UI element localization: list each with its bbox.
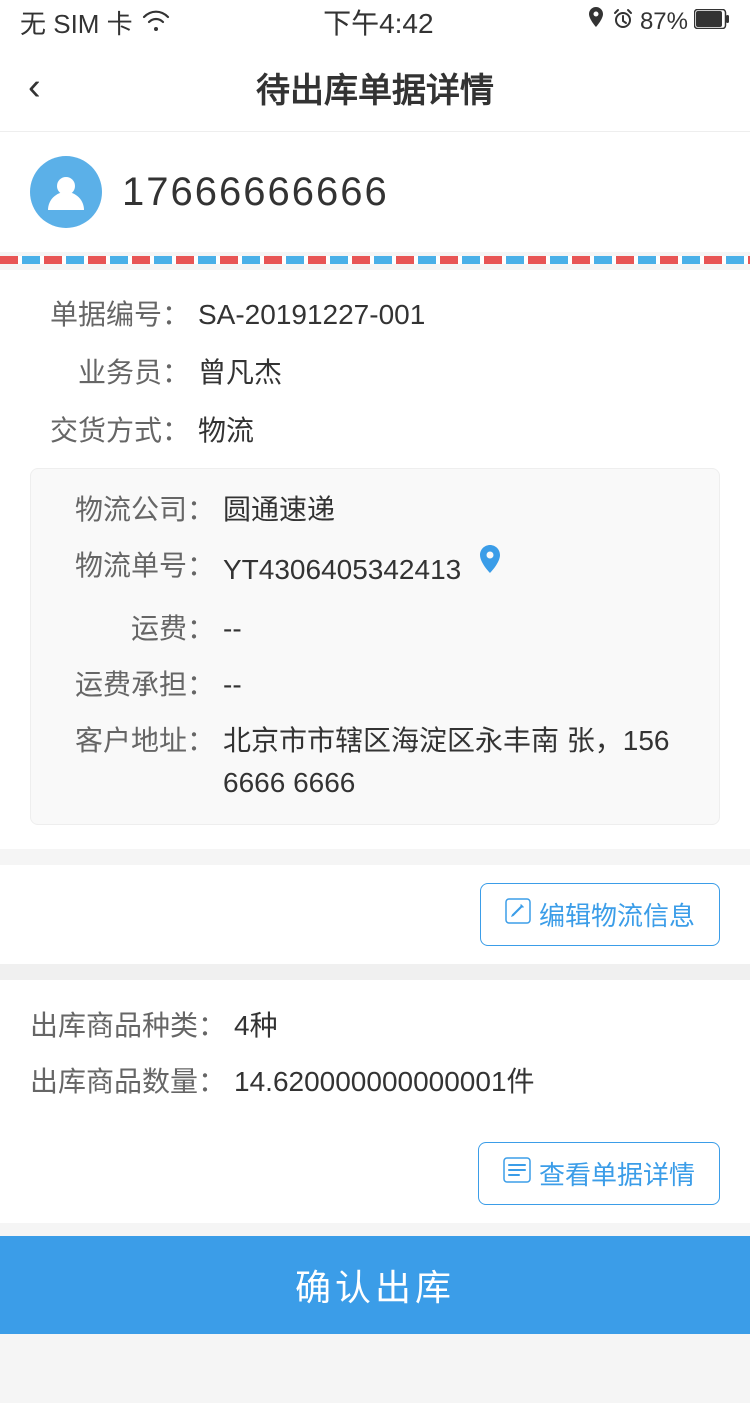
- order-number-row: 单据编号： SA-20191227-001: [30, 294, 720, 336]
- edit-logistics-label: 编辑物流信息: [539, 896, 695, 933]
- logistics-card: 物流公司： 圆通速递 物流单号： YT43064053424​13 运费： --…: [30, 468, 720, 825]
- back-button[interactable]: ‹: [28, 66, 41, 109]
- view-details-icon: [503, 1157, 531, 1190]
- wifi-icon: [141, 7, 171, 38]
- view-details-section: 查看单据详情: [0, 1124, 750, 1223]
- section-divider: [0, 964, 750, 980]
- user-phone: 17666666666: [122, 170, 389, 215]
- salesperson-value: 曾凡杰: [198, 352, 720, 394]
- tracking-location-icon[interactable]: [475, 545, 505, 594]
- salesperson-row: 业务员： 曾凡杰: [30, 352, 720, 394]
- goods-types-value: 4种: [234, 1004, 278, 1044]
- status-bar: 无 SIM 卡 下午4:42 87%: [0, 0, 750, 44]
- page-title: 待出库单据详情: [256, 63, 494, 112]
- order-number-label: 单据编号：: [30, 294, 190, 336]
- goods-types-row: 出库商品种类： 4种: [30, 1004, 720, 1044]
- freight-bearer-label: 运费承担：: [55, 664, 215, 706]
- view-details-label: 查看单据详情: [539, 1155, 695, 1192]
- dashed-separator: [0, 256, 750, 264]
- delivery-method-label: 交货方式：: [30, 410, 190, 452]
- carrier-text: 无 SIM 卡: [20, 4, 133, 41]
- location-status-icon: [586, 7, 606, 38]
- freight-row: 运费： --: [55, 608, 695, 650]
- status-left: 无 SIM 卡: [20, 4, 171, 41]
- logistics-company-value: 圆通速递: [223, 489, 695, 531]
- confirm-button-label: 确认出库: [295, 1259, 455, 1311]
- goods-quantity-label: 出库商品数量：: [30, 1060, 226, 1100]
- avatar: [30, 156, 102, 228]
- logistics-company-row: 物流公司： 圆通速递: [55, 489, 695, 531]
- edit-logistics-button[interactable]: 编辑物流信息: [480, 883, 720, 946]
- delivery-method-row: 交货方式： 物流: [30, 410, 720, 452]
- confirm-bar[interactable]: 确认出库: [0, 1236, 750, 1334]
- edit-logistics-section: 编辑物流信息: [0, 865, 750, 964]
- status-time: 下午4:42: [323, 2, 434, 42]
- freight-label: 运费：: [55, 608, 215, 650]
- address-row: 客户地址： 北京市市辖区海淀区永丰南 张，156 6666 6666: [55, 720, 695, 804]
- tracking-number-label: 物流单号：: [55, 545, 215, 587]
- delivery-method-value: 物流: [198, 410, 720, 452]
- user-header: 17666666666: [0, 132, 750, 252]
- tracking-number-value: YT43064053424​13: [223, 545, 695, 594]
- address-value: 北京市市辖区海淀区永丰南 张，156 6666 6666: [223, 720, 695, 804]
- order-info-section: 单据编号： SA-20191227-001 业务员： 曾凡杰 交货方式： 物流 …: [0, 270, 750, 849]
- status-right: 87%: [586, 7, 730, 38]
- goods-quantity-value: 14.620000000000001件: [234, 1060, 535, 1100]
- goods-section: 出库商品种类： 4种 出库商品数量： 14.620000000000001件: [0, 980, 750, 1124]
- logistics-company-label: 物流公司：: [55, 489, 215, 531]
- nav-bar: ‹ 待出库单据详情: [0, 44, 750, 132]
- address-label: 客户地址：: [55, 720, 215, 762]
- battery-icon: [694, 8, 730, 36]
- goods-quantity-row: 出库商品数量： 14.620000000000001件: [30, 1060, 720, 1100]
- freight-bearer-row: 运费承担： --: [55, 664, 695, 706]
- tracking-number-row: 物流单号： YT43064053424​13: [55, 545, 695, 594]
- freight-value: --: [223, 608, 695, 650]
- battery-text: 87%: [640, 8, 688, 36]
- alarm-icon: [612, 7, 634, 38]
- edit-icon: [505, 898, 531, 931]
- freight-bearer-value: --: [223, 664, 695, 706]
- salesperson-label: 业务员：: [30, 352, 190, 394]
- order-number-value: SA-20191227-001: [198, 294, 720, 336]
- goods-types-label: 出库商品种类：: [30, 1004, 226, 1044]
- view-details-button[interactable]: 查看单据详情: [478, 1142, 720, 1205]
